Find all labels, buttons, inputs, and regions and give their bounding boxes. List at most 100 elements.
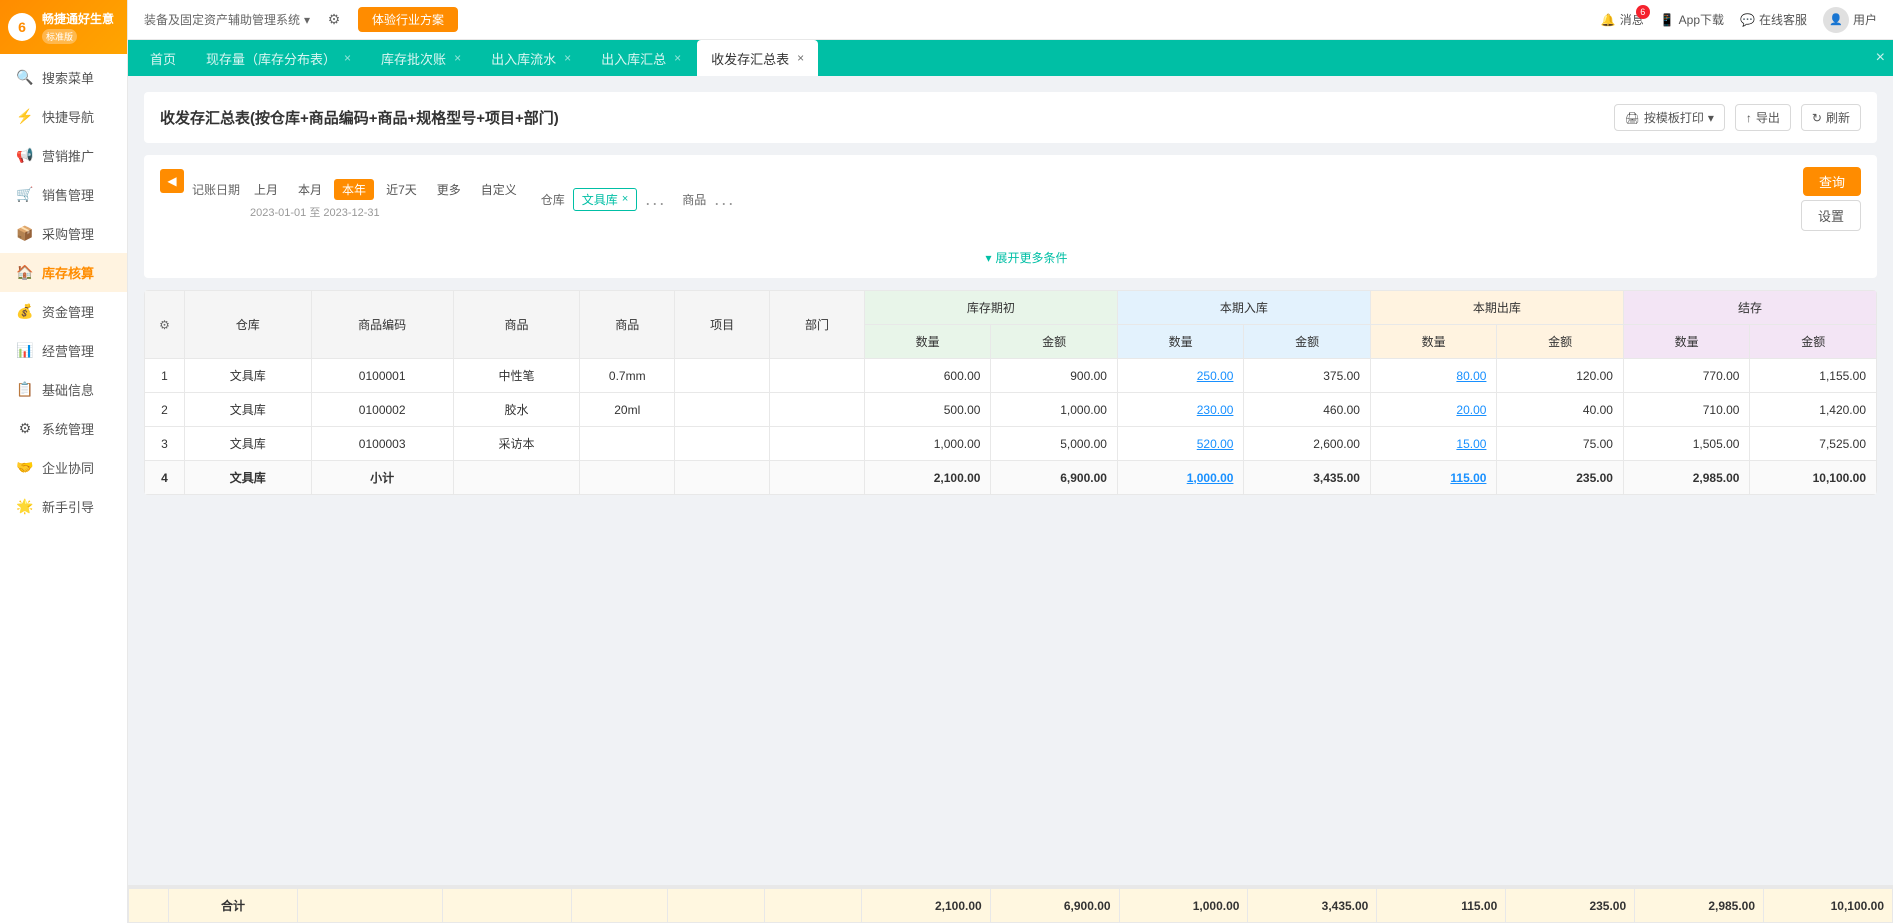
tab-inout-summary[interactable]: 出入库汇总 × <box>587 40 695 76</box>
table-container: ⚙ 仓库 商品编码 商品 商品 项目 部门 库存期初 本期入库 本期出库 <box>144 290 1877 495</box>
row2-out-qty[interactable]: 20.00 <box>1370 393 1497 427</box>
row3-warehouse: 文具库 <box>185 427 312 461</box>
settings-button[interactable]: 设置 <box>1801 200 1861 231</box>
tab-batch[interactable]: 库存批次账 × <box>367 40 475 76</box>
row1-spec: 0.7mm <box>580 359 675 393</box>
col-settings-header[interactable]: ⚙ <box>145 291 185 359</box>
guide-icon: 🌟 <box>16 498 34 515</box>
user-btn[interactable]: 👤 用户 <box>1823 7 1877 33</box>
row1-opening-qty: 600.00 <box>864 359 991 393</box>
tab-home[interactable]: 首页 <box>136 40 190 76</box>
subtotal-in-qty[interactable]: 1,000.00 <box>1117 461 1244 495</box>
row2-warehouse: 文具库 <box>185 393 312 427</box>
sidebar-item-search[interactable]: 🔍 搜索菜单 <box>0 58 127 97</box>
tab-inout-flow[interactable]: 出入库流水 × <box>477 40 585 76</box>
subtotal-col7 <box>770 461 865 495</box>
page-content: 收发存汇总表(按仓库+商品编码+商品+规格型号+项目+部门) 🖨 按模板打印 ▾… <box>128 76 1893 885</box>
print-button[interactable]: 🖨 按模板打印 ▾ <box>1614 104 1725 131</box>
row2-name: 胶水 <box>453 393 580 427</box>
chevron-down-icon: ▾ <box>304 13 310 27</box>
row1-warehouse: 文具库 <box>185 359 312 393</box>
row2-closing-qty: 710.00 <box>1623 393 1750 427</box>
goods-more-btn[interactable]: ... <box>714 189 735 210</box>
row3-opening-amt: 5,000.00 <box>991 427 1118 461</box>
tab-bar-close-icon[interactable]: × <box>1876 49 1885 67</box>
collapse-arrow-btn[interactable]: ◀ <box>160 169 184 193</box>
row3-out-qty[interactable]: 15.00 <box>1370 427 1497 461</box>
expand-conditions-btn[interactable]: ▾ 展开更多条件 <box>985 249 1067 266</box>
page-title-bar: 收发存汇总表(按仓库+商品编码+商品+规格型号+项目+部门) 🖨 按模板打印 ▾… <box>144 92 1877 143</box>
sidebar-item-purchase[interactable]: 📦 采购管理 <box>0 214 127 253</box>
row3-code: 0100003 <box>311 427 453 461</box>
sidebar: 6 畅捷通好生意 标准版 🔍 搜索菜单 ⚡ 快捷导航 📢 营销推广 🛒 销售管理… <box>0 0 128 923</box>
date-btn-this-month[interactable]: 本月 <box>290 179 330 200</box>
sidebar-item-marketing[interactable]: 📢 营销推广 <box>0 136 127 175</box>
trial-button[interactable]: 体验行业方案 <box>358 7 458 32</box>
col-code-header: 商品编码 <box>311 291 453 359</box>
tab-close-icon[interactable]: × <box>344 51 351 65</box>
online-service-btn[interactable]: 💬 在线客服 <box>1740 11 1807 28</box>
app-download-btn[interactable]: 📱 App下载 <box>1660 11 1724 28</box>
warehouse-tag-close[interactable]: × <box>622 193 628 205</box>
col-period-out-header: 本期出库 <box>1370 291 1623 325</box>
footer-opening-amt: 6,900.00 <box>990 888 1119 923</box>
subtotal-out-qty[interactable]: 115.00 <box>1370 461 1497 495</box>
finance-icon: 💰 <box>16 303 34 320</box>
system-selector[interactable]: 装备及固定资产辅助管理系统 ▾ <box>144 11 310 28</box>
footer-in-qty: 1,000.00 <box>1119 888 1248 923</box>
operations-icon: 📊 <box>16 342 34 359</box>
export-button[interactable]: ↑ 导出 <box>1735 104 1791 131</box>
warehouse-more-btn[interactable]: ... <box>645 189 666 210</box>
row1-in-amt: 375.00 <box>1244 359 1371 393</box>
query-button[interactable]: 查询 <box>1803 167 1861 196</box>
date-btn-last-month[interactable]: 上月 <box>246 179 286 200</box>
date-btn-7days[interactable]: 近7天 <box>378 179 425 200</box>
date-btn-more[interactable]: 更多 <box>429 179 469 200</box>
sidebar-item-basic-info[interactable]: 📋 基础信息 <box>0 370 127 409</box>
date-range-text: 2023-01-01 至 2023-12-31 <box>250 204 380 220</box>
sidebar-item-system[interactable]: ⚙ 系统管理 <box>0 409 127 448</box>
sidebar-item-operations[interactable]: 📊 经营管理 <box>0 331 127 370</box>
row3-in-qty[interactable]: 520.00 <box>1117 427 1244 461</box>
row3-closing-amt: 7,525.00 <box>1750 427 1877 461</box>
settings-icon[interactable]: ⚙ <box>322 8 346 32</box>
tab-close-icon[interactable]: × <box>564 51 571 65</box>
tab-close-icon[interactable]: × <box>674 51 681 65</box>
notifications-btn[interactable]: 🔔 消息 6 <box>1601 11 1644 28</box>
mobile-icon: 📱 <box>1660 13 1675 27</box>
row1-in-qty[interactable]: 250.00 <box>1117 359 1244 393</box>
row3-no: 3 <box>145 427 185 461</box>
tab-recv-send-summary[interactable]: 收发存汇总表 × <box>697 40 818 76</box>
col-warehouse-header: 仓库 <box>185 291 312 359</box>
row1-out-qty[interactable]: 80.00 <box>1370 359 1497 393</box>
row1-project <box>675 359 770 393</box>
date-btn-this-year[interactable]: 本年 <box>334 179 374 200</box>
footer-closing-amt: 10,100.00 <box>1764 888 1893 923</box>
col-in-qty-header: 数量 <box>1117 325 1244 359</box>
footer-out-amt: 235.00 <box>1506 888 1635 923</box>
row2-spec: 20ml <box>580 393 675 427</box>
row2-in-qty[interactable]: 230.00 <box>1117 393 1244 427</box>
sidebar-item-enterprise[interactable]: 🤝 企业协同 <box>0 448 127 487</box>
row1-closing-amt: 1,155.00 <box>1750 359 1877 393</box>
sidebar-item-inventory[interactable]: 🏠 库存核算 <box>0 253 127 292</box>
sidebar-item-quick-nav[interactable]: ⚡ 快捷导航 <box>0 97 127 136</box>
tab-inventory-dist[interactable]: 现存量（库存分布表） × <box>192 40 365 76</box>
tab-close-icon[interactable]: × <box>454 51 461 65</box>
chevron-down-icon: ▾ <box>985 251 991 265</box>
sidebar-item-sales[interactable]: 🛒 销售管理 <box>0 175 127 214</box>
tab-close-icon[interactable]: × <box>797 51 804 65</box>
filter-content: 记账日期 上月 本月 本年 近7天 更多 自定义 <box>192 167 1861 266</box>
subtotal-opening-amt: 6,900.00 <box>991 461 1118 495</box>
page-title: 收发存汇总表(按仓库+商品编码+商品+规格型号+项目+部门) <box>160 107 559 128</box>
refresh-button[interactable]: ↻ 刷新 <box>1801 104 1861 131</box>
row3-name: 采访本 <box>453 427 580 461</box>
sidebar-item-finance[interactable]: 💰 资金管理 <box>0 292 127 331</box>
footer-in-amt: 3,435.00 <box>1248 888 1377 923</box>
col-closing-amt-header: 金额 <box>1750 325 1877 359</box>
row2-no: 2 <box>145 393 185 427</box>
sidebar-item-guide[interactable]: 🌟 新手引导 <box>0 487 127 526</box>
date-btn-custom[interactable]: 自定义 <box>473 179 525 200</box>
col-out-amt-header: 金额 <box>1497 325 1624 359</box>
row3-dept <box>770 427 865 461</box>
